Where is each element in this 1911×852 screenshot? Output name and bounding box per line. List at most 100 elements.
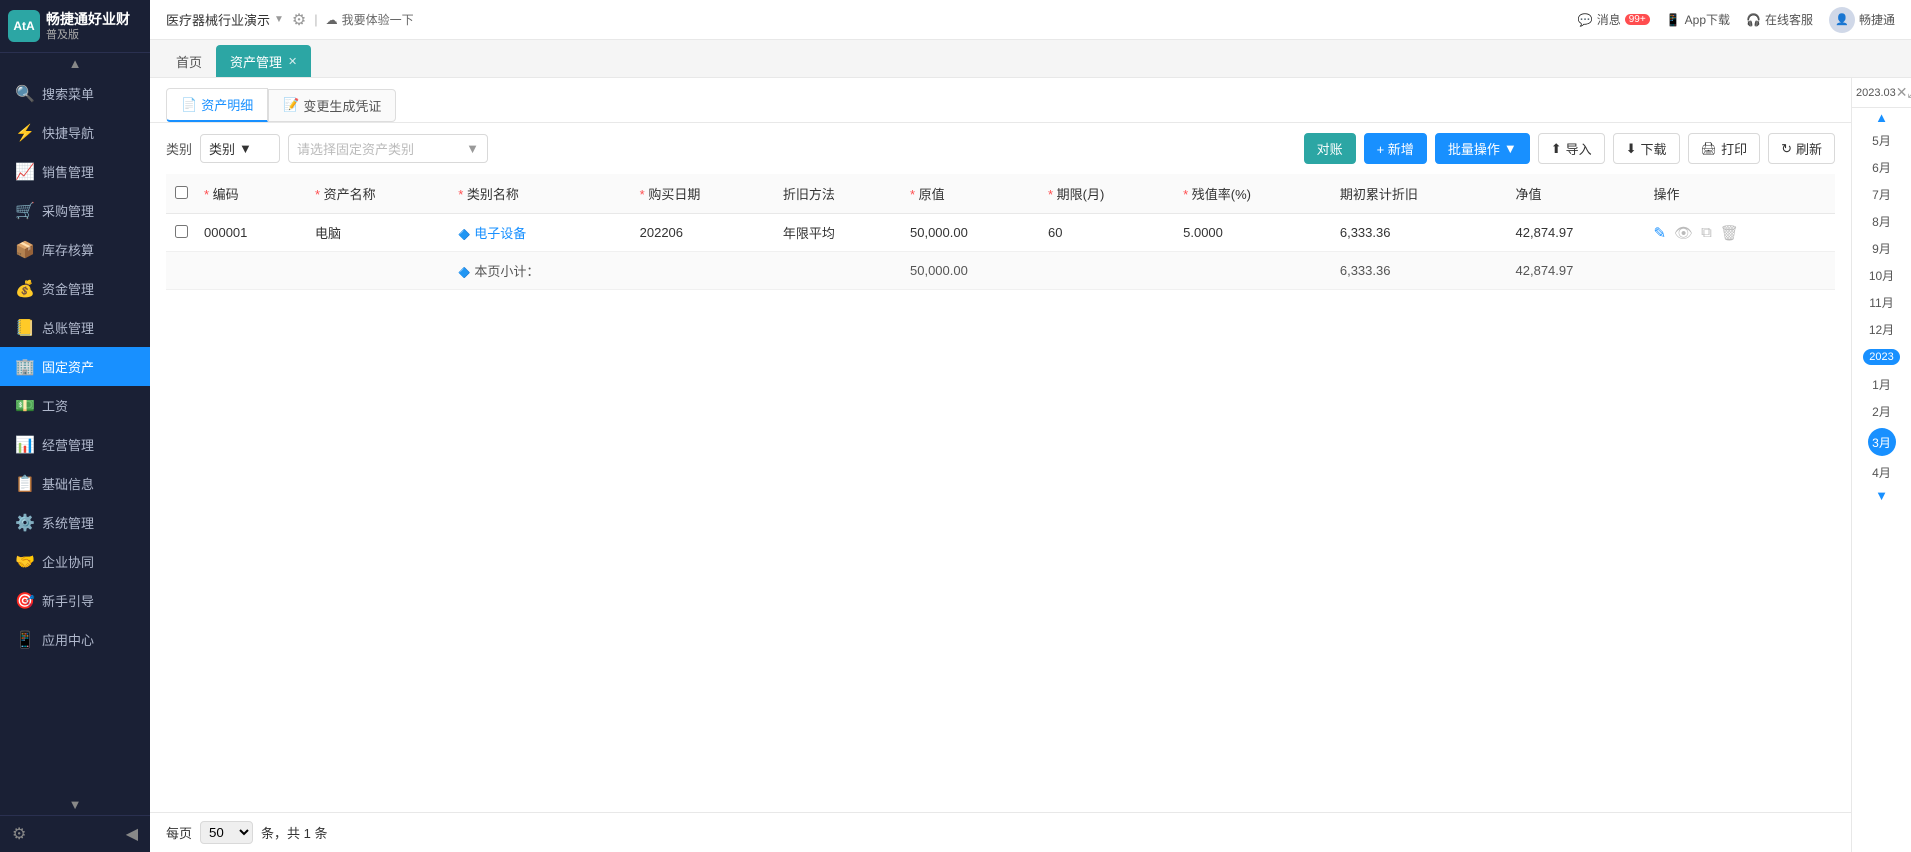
calendar-month-12[interactable]: 12月	[1852, 316, 1911, 343]
sidebar-settings-icon[interactable]: ⚙	[12, 824, 26, 844]
calendar-month-4[interactable]: 4月	[1852, 459, 1911, 486]
subtotal-net-value: 42,874.97	[1508, 252, 1646, 290]
subtotal-initial-accumulated-depreciation: 6,333.36	[1332, 252, 1508, 290]
experience-label: 我要体验一下	[342, 11, 414, 28]
sub-tab-asset-detail[interactable]: 📄 资产明细	[166, 88, 268, 122]
company-selector[interactable]: 医疗器械行业演示 ▼	[166, 10, 284, 29]
th-code: * 编码	[196, 174, 307, 214]
company-chevron-icon: ▼	[274, 14, 284, 25]
sidebar-item-quick-nav[interactable]: ⚡ 快捷导航	[0, 113, 150, 152]
side-panel-close-icon[interactable]: ✕	[1896, 84, 1908, 101]
purchase-icon: 🛒	[16, 202, 34, 220]
calendar-month-7[interactable]: 7月	[1852, 181, 1911, 208]
sidebar-item-funds[interactable]: 💰 资金管理	[0, 269, 150, 308]
new-button[interactable]: + 新增	[1364, 133, 1427, 164]
app-download-icon: 📱	[1666, 13, 1681, 27]
sidebar-label-fixed-assets: 固定资产	[42, 357, 94, 376]
basic-info-icon: 📋	[16, 475, 34, 493]
sidebar-scroll-down[interactable]: ▼	[0, 794, 150, 815]
header-settings-icon[interactable]: ⚙	[292, 10, 306, 30]
experience-button[interactable]: ☁ 我要体验一下	[326, 11, 414, 28]
calendar-month-8[interactable]: 8月	[1852, 208, 1911, 235]
tab-close-icon[interactable]: ✕	[288, 55, 297, 68]
company-name: 医疗器械行业演示	[166, 10, 270, 29]
sub-tab-voucher-generate[interactable]: 📝 变更生成凭证	[268, 89, 396, 122]
calendar-month-10[interactable]: 10月	[1852, 262, 1911, 289]
refresh-button[interactable]: ↻ 刷新	[1768, 133, 1835, 164]
customer-service-button[interactable]: 🎧 在线客服	[1746, 11, 1813, 28]
copy-icon[interactable]: ⧉	[1701, 224, 1712, 241]
select-all-checkbox[interactable]	[175, 186, 188, 199]
batch-ops-button[interactable]: 批量操作 ▼	[1435, 133, 1530, 164]
calendar-month-1[interactable]: 1月	[1852, 371, 1911, 398]
user-menu[interactable]: 👤 畅捷通	[1829, 7, 1895, 33]
sub-tab-asset-detail-label: 资产明细	[201, 95, 253, 114]
calendar-month-9[interactable]: 9月	[1852, 235, 1911, 262]
calendar-scroll-down[interactable]: ▼	[1852, 486, 1911, 505]
toolbar-left: 类别 类别 ▼ 请选择固定资产类别 ▼	[166, 134, 488, 163]
subtotal-row: 🔷 本页小计： 50,000.00 6,333.36 42,874.97	[166, 252, 1835, 290]
sidebar-item-search[interactable]: 🔍 搜索菜单	[0, 74, 150, 113]
sidebar-item-payroll[interactable]: 💵 工资	[0, 386, 150, 425]
sidebar-item-operations[interactable]: 📊 经营管理	[0, 425, 150, 464]
print-button[interactable]: 🖨 打印	[1688, 133, 1761, 164]
enterprise-icon: 🤝	[16, 553, 34, 571]
sub-tab-voucher-icon: 📝	[283, 97, 299, 113]
sidebar-item-ledger[interactable]: 📒 总账管理	[0, 308, 150, 347]
sidebar-label-enterprise: 企业协同	[42, 552, 94, 571]
print-icon: 🖨	[1701, 141, 1718, 157]
sidebar-item-basic-info[interactable]: 📋 基础信息	[0, 464, 150, 503]
sidebar-collapse-icon[interactable]: ◀	[126, 824, 138, 844]
sidebar-item-app-center[interactable]: 📱 应用中心	[0, 620, 150, 659]
filter-category-select-type[interactable]: 类别 ▼	[200, 134, 280, 163]
quick-nav-icon: ⚡	[16, 124, 34, 142]
table-row: 000001 电脑 🔷 电子设备 202206 年限平均 50,000.00 6…	[166, 214, 1835, 252]
view-icon[interactable]: 👁	[1674, 224, 1693, 242]
tab-asset-management[interactable]: 资产管理 ✕	[216, 45, 311, 77]
th-period: * 期限(月)	[1040, 174, 1175, 214]
calendar-month-11[interactable]: 11月	[1852, 289, 1911, 316]
app-download-label: App下载	[1685, 11, 1730, 28]
delete-icon[interactable]: 🗑	[1720, 224, 1739, 242]
calendar-month-2[interactable]: 2月	[1852, 398, 1911, 425]
calendar-month-6[interactable]: 6月	[1852, 154, 1911, 181]
calendar-scroll-up[interactable]: ▲	[1852, 108, 1911, 127]
sidebar-item-purchase[interactable]: 🛒 采购管理	[0, 191, 150, 230]
filter-category-select-value[interactable]: 请选择固定资产类别 ▼	[288, 134, 488, 163]
main-area: 医疗器械行业演示 ▼ ⚙ | ☁ 我要体验一下 💬 消息 99+ 📱 App下载…	[150, 0, 1911, 852]
message-button[interactable]: 💬 消息 99+	[1578, 11, 1650, 28]
sidebar-label-guide: 新手引导	[42, 591, 94, 610]
sidebar-label-sales: 销售管理	[42, 162, 94, 181]
reconcile-button[interactable]: 对账	[1304, 133, 1356, 164]
sidebar-item-sales[interactable]: 📈 销售管理	[0, 152, 150, 191]
sidebar-item-guide[interactable]: 🎯 新手引导	[0, 581, 150, 620]
print-label: 打印	[1721, 139, 1747, 158]
message-label: 消息	[1597, 11, 1621, 28]
sidebar-item-inventory[interactable]: 📦 库存核算	[0, 230, 150, 269]
edit-icon[interactable]: ✎	[1653, 224, 1666, 242]
calendar-month-5[interactable]: 5月	[1852, 127, 1911, 154]
sub-tab-voucher-label: 变更生成凭证	[303, 96, 381, 115]
import-button[interactable]: ⬆ 导入	[1538, 133, 1605, 164]
table-container: * 编码 * 资产名称 * 类别名称 * 购买日期 折旧方法 * 原值 * 期限…	[150, 174, 1851, 812]
th-net-value: 净值	[1508, 174, 1646, 214]
per-page-select[interactable]: 50 100 200	[200, 821, 253, 844]
guide-icon: 🎯	[16, 592, 34, 610]
sidebar-item-system[interactable]: ⚙️ 系统管理	[0, 503, 150, 542]
sidebar-scroll-up[interactable]: ▲	[0, 53, 150, 74]
user-label: 畅捷通	[1859, 11, 1895, 28]
download-button[interactable]: ⬇ 下载	[1613, 133, 1680, 164]
cell-residual-rate: 5.0000	[1175, 214, 1332, 252]
app-download-button[interactable]: 📱 App下载	[1666, 11, 1730, 28]
tab-home[interactable]: 首页	[162, 45, 216, 77]
sidebar-item-fixed-assets[interactable]: 🏢 固定资产	[0, 347, 150, 386]
sub-tab-asset-detail-icon: 📄	[181, 97, 197, 113]
sidebar-item-enterprise[interactable]: 🤝 企业协同	[0, 542, 150, 581]
download-icon: ⬇	[1626, 141, 1637, 157]
row-checkbox-cell	[166, 214, 196, 252]
import-label: 导入	[1566, 139, 1592, 158]
side-panel-expand-icon[interactable]: ⤢	[1908, 84, 1911, 101]
cell-purchase-date: 202206	[632, 214, 775, 252]
calendar-current-month[interactable]: 3月	[1868, 428, 1896, 456]
row-checkbox[interactable]	[175, 225, 188, 238]
